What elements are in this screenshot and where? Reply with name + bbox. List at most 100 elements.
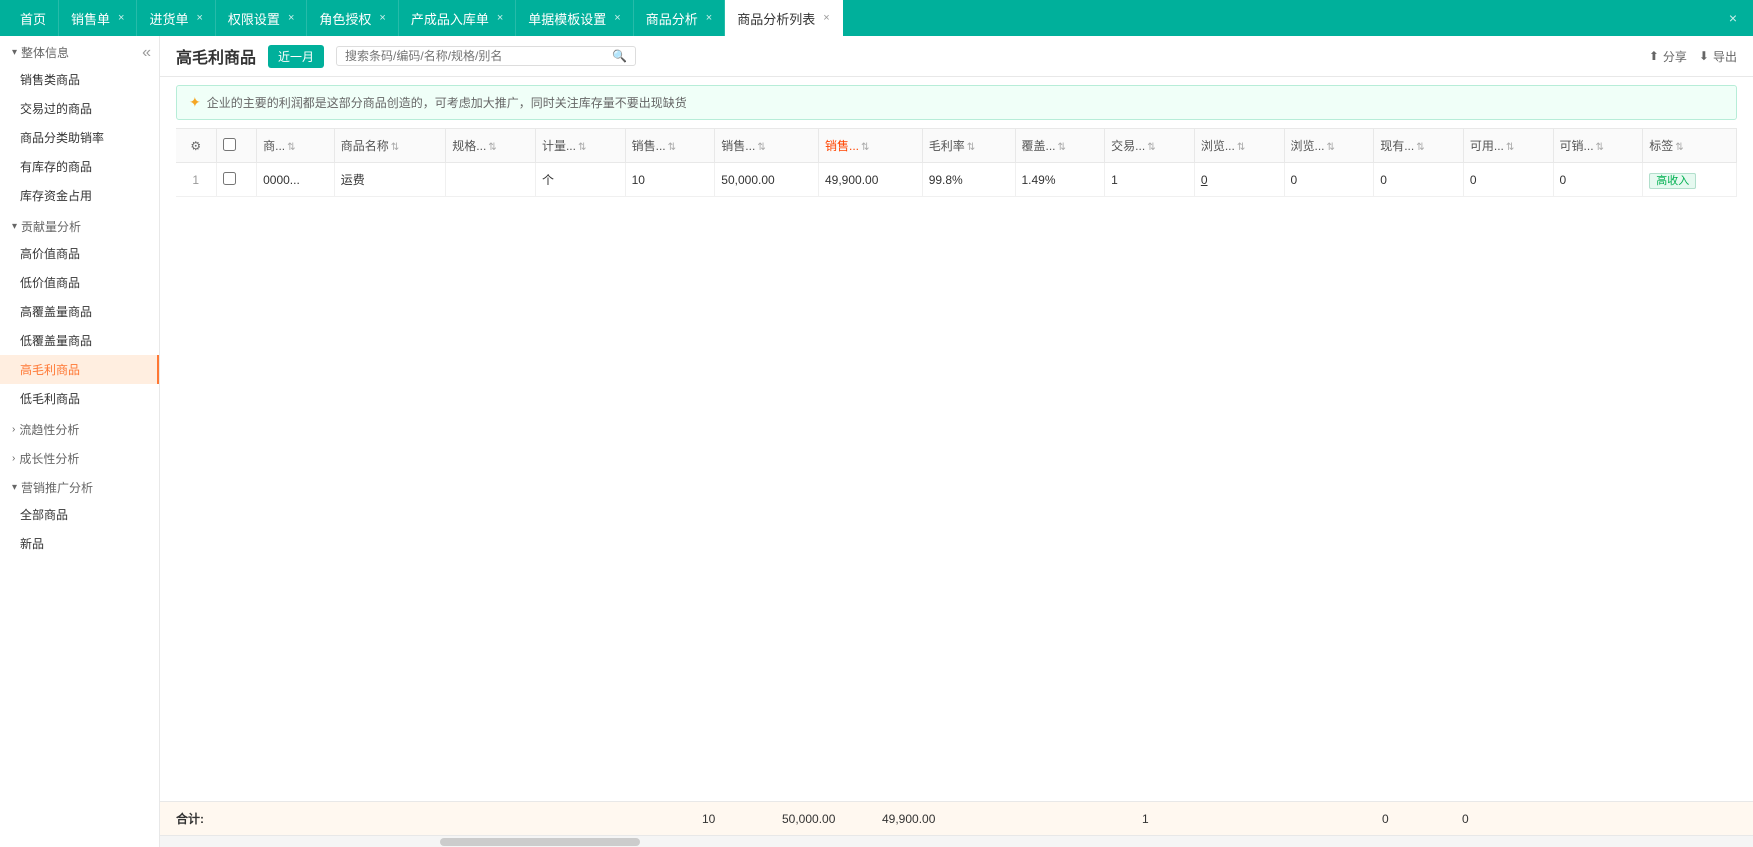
close-product-analysis[interactable]: × xyxy=(706,12,712,24)
footer-sales-qty: 10 xyxy=(696,812,776,826)
scrollbar-thumb[interactable] xyxy=(440,838,640,846)
sidebar-item-category-sales-rate[interactable]: 商品分类助销率 xyxy=(0,123,159,152)
col-browse2[interactable]: 浏览...⇅ xyxy=(1284,129,1374,163)
export-icon: ⬇ xyxy=(1699,49,1709,63)
cell-name: 运费 xyxy=(334,163,446,197)
sidebar-group-marketing[interactable]: ▾ 营销推广分析 xyxy=(0,471,159,500)
col-sales-amount[interactable]: 销售...⇅ xyxy=(715,129,819,163)
page-title: 高毛利商品 xyxy=(176,44,256,68)
export-button[interactable]: ⬇ 导出 xyxy=(1699,48,1737,65)
close-product-inbound[interactable]: × xyxy=(497,12,503,24)
sidebar-group-contribution[interactable]: ▾ 贡献量分析 xyxy=(0,210,159,239)
footer-label: 合计: xyxy=(176,810,256,827)
main-layout: « ▾ 整体信息 销售类商品 交易过的商品 商品分类助销率 有库存的商品 库存资… xyxy=(0,36,1753,847)
cell-spec xyxy=(446,163,536,197)
nav-sales-order[interactable]: 销售单 × xyxy=(59,0,137,36)
col-settings[interactable]: ⚙ xyxy=(176,129,216,163)
select-all-checkbox[interactable] xyxy=(223,138,236,151)
search-input[interactable] xyxy=(345,49,608,63)
nav-product-analysis-list[interactable]: 商品分析列表 × xyxy=(725,0,842,36)
sidebar-item-instock-goods[interactable]: 有库存的商品 xyxy=(0,152,159,181)
col-sales-qty[interactable]: 销售...⇅ xyxy=(625,129,715,163)
sidebar-group-growth[interactable]: › 成长性分析 xyxy=(0,442,159,471)
footer-stock1: 0 xyxy=(1376,812,1456,826)
footer-empty-browse2 xyxy=(1296,812,1376,826)
window-close-icon[interactable]: × xyxy=(1729,10,1737,26)
nav-product-analysis[interactable]: 商品分析 × xyxy=(634,0,725,36)
col-stock1[interactable]: 现有...⇅ xyxy=(1374,129,1464,163)
sidebar-item-traded-goods[interactable]: 交易过的商品 xyxy=(0,94,159,123)
col-stock3[interactable]: 可销...⇅ xyxy=(1553,129,1643,163)
share-button[interactable]: ⬆ 分享 xyxy=(1649,48,1687,65)
sidebar-item-sales-goods[interactable]: 销售类商品 xyxy=(0,65,159,94)
col-name[interactable]: 商品名称⇅ xyxy=(334,129,446,163)
sidebar-item-low-gross[interactable]: 低毛利商品 xyxy=(0,384,159,413)
cell-sales-cost: 49,900.00 xyxy=(819,163,923,197)
header-actions: ⬆ 分享 ⬇ 导出 xyxy=(1649,48,1737,65)
data-table: ⚙ 商...⇅ 商品名称⇅ 规格...⇅ 计量...⇅ 销售...⇅ 销售...… xyxy=(176,128,1737,197)
footer-stock2: 0 xyxy=(1456,812,1536,826)
cell-stock1: 0 xyxy=(1374,163,1464,197)
col-checkbox[interactable] xyxy=(216,129,257,163)
top-navigation: 首页 销售单 × 进货单 × 权限设置 × 角色授权 × 产成品入库单 × 单据… xyxy=(0,0,1753,36)
cell-checkbox[interactable] xyxy=(216,163,257,197)
cell-browse1[interactable]: 0 xyxy=(1194,163,1284,197)
nav-permission-settings[interactable]: 权限设置 × xyxy=(216,0,307,36)
chevron-right-icon: › xyxy=(12,424,15,435)
cell-code: 0000... xyxy=(257,163,335,197)
close-role-auth[interactable]: × xyxy=(379,12,385,24)
sidebar-item-new-goods[interactable]: 新品 xyxy=(0,529,159,558)
col-sales-cost[interactable]: 销售...⇅ xyxy=(819,129,923,163)
sidebar-group-trend[interactable]: › 流趋性分析 xyxy=(0,413,159,442)
row-checkbox[interactable] xyxy=(223,172,236,185)
search-bar: 🔍 xyxy=(336,46,636,66)
sidebar-item-high-value[interactable]: 高价值商品 xyxy=(0,239,159,268)
info-icon: ✦ xyxy=(189,94,201,111)
nav-home[interactable]: 首页 xyxy=(8,0,59,36)
sidebar: « ▾ 整体信息 销售类商品 交易过的商品 商品分类助销率 有库存的商品 库存资… xyxy=(0,36,160,847)
footer-trade-count: 1 xyxy=(1136,812,1216,826)
sidebar-group-overall[interactable]: ▾ 整体信息 xyxy=(0,36,159,65)
sidebar-item-stock-capital[interactable]: 库存资金占用 xyxy=(0,181,159,210)
sidebar-item-low-coverage[interactable]: 低覆盖量商品 xyxy=(0,326,159,355)
col-stock2[interactable]: 可用...⇅ xyxy=(1463,129,1553,163)
chevron-down-icon: ▾ xyxy=(12,482,17,493)
content-area: 高毛利商品 近一月 🔍 ⬆ 分享 ⬇ 导出 ✦ 企业的主要的利润都是这部分商品创… xyxy=(160,36,1753,847)
sidebar-item-all-goods[interactable]: 全部商品 xyxy=(0,500,159,529)
sidebar-item-low-value[interactable]: 低价值商品 xyxy=(0,268,159,297)
sidebar-item-high-coverage[interactable]: 高覆盖量商品 xyxy=(0,297,159,326)
search-icon[interactable]: 🔍 xyxy=(612,49,627,63)
col-cover-rate[interactable]: 覆盖...⇅ xyxy=(1015,129,1105,163)
close-purchase-order[interactable]: × xyxy=(196,12,202,24)
col-unit[interactable]: 计量...⇅ xyxy=(535,129,625,163)
nav-template-settings[interactable]: 单据模板设置 × xyxy=(516,0,633,36)
close-product-analysis-list[interactable]: × xyxy=(823,12,829,24)
sidebar-item-high-gross[interactable]: 高毛利商品 xyxy=(0,355,159,384)
col-code[interactable]: 商...⇅ xyxy=(257,129,335,163)
chevron-down-icon: ▾ xyxy=(12,47,17,58)
close-permission-settings[interactable]: × xyxy=(288,12,294,24)
cell-sales-amount: 50,000.00 xyxy=(715,163,819,197)
close-template-settings[interactable]: × xyxy=(614,12,620,24)
time-filter-button[interactable]: 近一月 xyxy=(268,45,324,68)
col-gross-rate[interactable]: 毛利率⇅ xyxy=(922,129,1015,163)
nav-purchase-order[interactable]: 进货单 × xyxy=(137,0,215,36)
col-trade-count[interactable]: 交易...⇅ xyxy=(1105,129,1195,163)
col-spec[interactable]: 规格...⇅ xyxy=(446,129,536,163)
nav-role-auth[interactable]: 角色授权 × xyxy=(307,0,398,36)
window-controls: × xyxy=(1721,10,1745,26)
chevron-right-icon: › xyxy=(12,453,15,464)
nav-product-inbound[interactable]: 产成品入库单 × xyxy=(399,0,516,36)
horizontal-scrollbar[interactable] xyxy=(160,835,1753,847)
cell-tag: 高收入 xyxy=(1643,163,1737,197)
sidebar-collapse-btn[interactable]: « xyxy=(142,44,151,62)
footer-sales-cost: 49,900.00 xyxy=(876,812,976,826)
close-sales-order[interactable]: × xyxy=(118,12,124,24)
tag-badge: 高收入 xyxy=(1649,173,1696,189)
footer-empty-unit xyxy=(616,812,696,826)
browse1-link[interactable]: 0 xyxy=(1201,173,1208,187)
footer-empty-2 xyxy=(296,812,336,826)
col-tag[interactable]: 标签⇅ xyxy=(1643,129,1737,163)
cell-stock2: 0 xyxy=(1463,163,1553,197)
col-browse1[interactable]: 浏览...⇅ xyxy=(1194,129,1284,163)
